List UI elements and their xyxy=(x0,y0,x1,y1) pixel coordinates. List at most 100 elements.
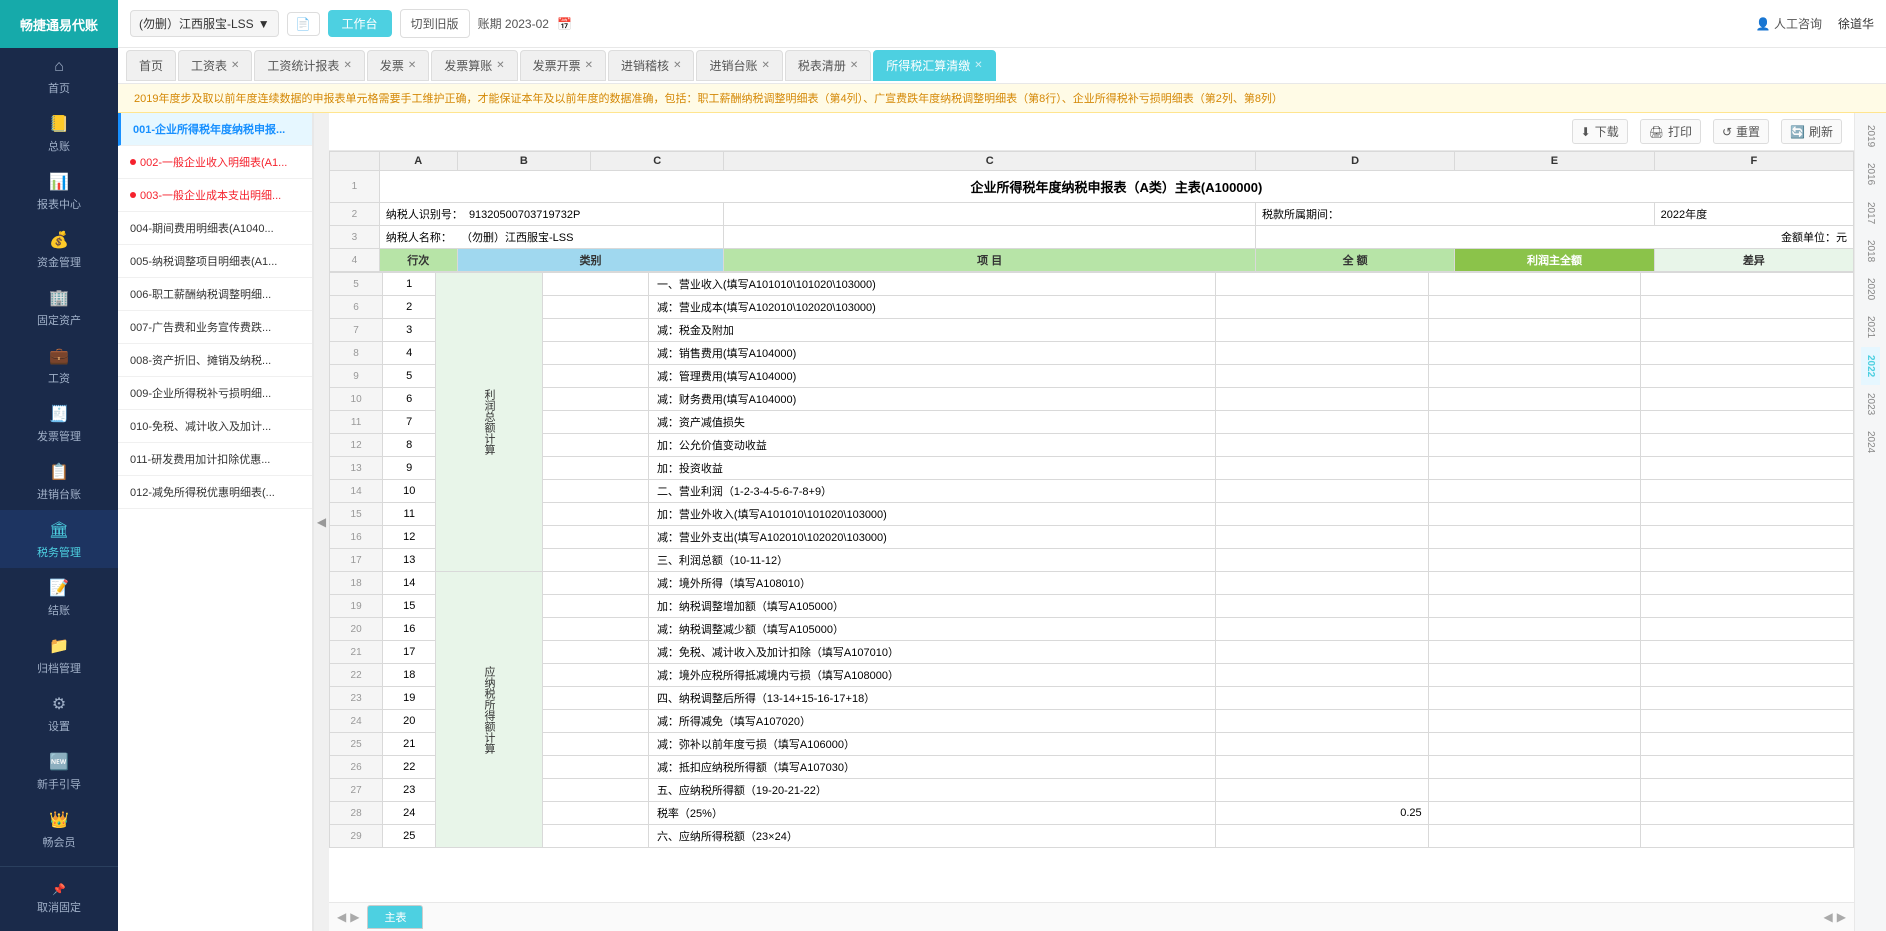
year-item-2016[interactable]: 2016 xyxy=(1861,155,1880,193)
diff-cell[interactable] xyxy=(1641,687,1854,710)
profit-cell[interactable] xyxy=(1428,687,1641,710)
profit-cell[interactable] xyxy=(1428,825,1641,848)
switch-btn[interactable]: 切到旧版 xyxy=(400,9,470,38)
sidebar-item-进销台账[interactable]: 📋进销台账 xyxy=(0,452,118,510)
amount-cell[interactable] xyxy=(1216,434,1429,457)
amount-cell[interactable] xyxy=(1216,296,1429,319)
profit-cell[interactable] xyxy=(1428,411,1641,434)
left-panel-item-004[interactable]: 004-期间费用明细表(A1040... xyxy=(118,212,312,245)
amount-cell[interactable] xyxy=(1216,710,1429,733)
diff-cell[interactable] xyxy=(1641,296,1854,319)
download-btn[interactable]: ⬇ 下载 xyxy=(1572,119,1628,144)
tab-close-icon[interactable]: ✕ xyxy=(231,60,239,71)
diff-cell[interactable] xyxy=(1641,388,1854,411)
sidebar-item-结账[interactable]: 📝结账 xyxy=(0,568,118,626)
amount-cell[interactable] xyxy=(1216,756,1429,779)
left-panel-item-001[interactable]: 001-企业所得税年度纳税申报... xyxy=(118,113,312,146)
profit-cell[interactable] xyxy=(1428,549,1641,572)
tab-发票算账[interactable]: 发票算账✕ xyxy=(431,50,517,81)
diff-cell[interactable] xyxy=(1641,319,1854,342)
left-panel-item-006[interactable]: 006-职工薪酬纳税调整明细... xyxy=(118,278,312,311)
diff-cell[interactable] xyxy=(1641,802,1854,825)
profit-cell[interactable] xyxy=(1428,802,1641,825)
left-panel-item-003[interactable]: 003-一般企业成本支出明细... xyxy=(118,179,312,212)
tab-发票[interactable]: 发票✕ xyxy=(367,50,429,81)
diff-cell[interactable] xyxy=(1641,756,1854,779)
left-panel-item-008[interactable]: 008-资产折旧、摊销及纳税... xyxy=(118,344,312,377)
year-item-2020[interactable]: 2020 xyxy=(1861,270,1880,308)
left-panel-item-005[interactable]: 005-纳税调整项目明细表(A1... xyxy=(118,245,312,278)
amount-cell[interactable] xyxy=(1216,825,1429,848)
diff-cell[interactable] xyxy=(1641,365,1854,388)
sidebar-item-畅会员[interactable]: 👑畅会员 xyxy=(0,800,118,858)
amount-cell[interactable] xyxy=(1216,365,1429,388)
diff-cell[interactable] xyxy=(1641,480,1854,503)
diff-cell[interactable] xyxy=(1641,618,1854,641)
amount-cell[interactable]: 0.25 xyxy=(1216,802,1429,825)
tab-close-icon[interactable]: ✕ xyxy=(974,60,982,71)
scroll-right-btn[interactable]: ▶ xyxy=(1837,910,1846,924)
sheet-tab-main[interactable]: 主表 xyxy=(367,905,423,929)
user-service[interactable]: 👤 人工咨询 xyxy=(1756,15,1822,32)
diff-cell[interactable] xyxy=(1641,549,1854,572)
profit-cell[interactable] xyxy=(1428,756,1641,779)
tab-close-icon[interactable]: ✕ xyxy=(761,60,769,71)
amount-cell[interactable] xyxy=(1216,641,1429,664)
profit-cell[interactable] xyxy=(1428,779,1641,802)
profit-cell[interactable] xyxy=(1428,296,1641,319)
left-panel-item-012[interactable]: 012-减免所得税优惠明细表(... xyxy=(118,476,312,509)
diff-cell[interactable] xyxy=(1641,434,1854,457)
sidebar-item-新手引导[interactable]: 🆕新手引导 xyxy=(0,742,118,800)
left-panel-item-009[interactable]: 009-企业所得税补亏损明细... xyxy=(118,377,312,410)
amount-cell[interactable] xyxy=(1216,618,1429,641)
diff-cell[interactable] xyxy=(1641,342,1854,365)
sidebar-item-设置[interactable]: ⚙设置 xyxy=(0,684,118,742)
amount-cell[interactable] xyxy=(1216,526,1429,549)
left-panel-item-007[interactable]: 007-广告费和业务宣传费跌... xyxy=(118,311,312,344)
sidebar-item-税务管理[interactable]: 🏛税务管理 xyxy=(0,510,118,568)
diff-cell[interactable] xyxy=(1641,779,1854,802)
amount-cell[interactable] xyxy=(1216,687,1429,710)
tab-税表清册[interactable]: 税表清册✕ xyxy=(785,50,871,81)
diff-cell[interactable] xyxy=(1641,503,1854,526)
tab-工资表[interactable]: 工资表✕ xyxy=(178,50,252,81)
diff-cell[interactable] xyxy=(1641,411,1854,434)
amount-cell[interactable] xyxy=(1216,779,1429,802)
year-item-2021[interactable]: 2021 xyxy=(1861,308,1880,346)
diff-cell[interactable] xyxy=(1641,572,1854,595)
year-item-2023[interactable]: 2023 xyxy=(1861,385,1880,423)
work-btn[interactable]: 工作台 xyxy=(328,10,392,37)
spreadsheet-container[interactable]: A B C C D E F xyxy=(329,151,1854,902)
amount-cell[interactable] xyxy=(1216,388,1429,411)
company-selector[interactable]: (勿删）江西服宝-LSS ▼ xyxy=(130,10,279,37)
sidebar-item-总账[interactable]: 📒总账 xyxy=(0,104,118,162)
sidebar-item-报表中心[interactable]: 📊报表中心 xyxy=(0,162,118,220)
profit-cell[interactable] xyxy=(1428,342,1641,365)
amount-cell[interactable] xyxy=(1216,411,1429,434)
profit-cell[interactable] xyxy=(1428,595,1641,618)
year-item-2019[interactable]: 2019 xyxy=(1861,117,1880,155)
left-panel-item-011[interactable]: 011-研发费用加计扣除优惠... xyxy=(118,443,312,476)
tab-工资统计报表[interactable]: 工资统计报表✕ xyxy=(254,50,364,81)
profit-cell[interactable] xyxy=(1428,618,1641,641)
diff-cell[interactable] xyxy=(1641,733,1854,756)
sidebar-item-归档管理[interactable]: 📁归档管理 xyxy=(0,626,118,684)
tab-close-icon[interactable]: ✕ xyxy=(408,60,416,71)
year-item-2024[interactable]: 2024 xyxy=(1861,423,1880,461)
sidebar-item-发票管理[interactable]: 🧾发票管理 xyxy=(0,394,118,452)
amount-cell[interactable] xyxy=(1216,664,1429,687)
refresh-btn[interactable]: 🔄 刷新 xyxy=(1781,119,1842,144)
left-panel-item-010[interactable]: 010-免税、减计收入及加计... xyxy=(118,410,312,443)
prev-sheet-btn[interactable]: ◀ xyxy=(337,910,346,924)
diff-cell[interactable] xyxy=(1641,825,1854,848)
diff-cell[interactable] xyxy=(1641,664,1854,687)
profit-cell[interactable] xyxy=(1428,664,1641,687)
tab-close-icon[interactable]: ✕ xyxy=(673,60,681,71)
doc-icon-btn[interactable]: 📄 xyxy=(287,12,320,36)
profit-cell[interactable] xyxy=(1428,273,1641,296)
year-item-2018[interactable]: 2018 xyxy=(1861,232,1880,270)
print-btn[interactable]: 🖨 打印 xyxy=(1640,119,1701,144)
amount-cell[interactable] xyxy=(1216,480,1429,503)
profit-cell[interactable] xyxy=(1428,434,1641,457)
tab-close-icon[interactable]: ✕ xyxy=(585,60,593,71)
